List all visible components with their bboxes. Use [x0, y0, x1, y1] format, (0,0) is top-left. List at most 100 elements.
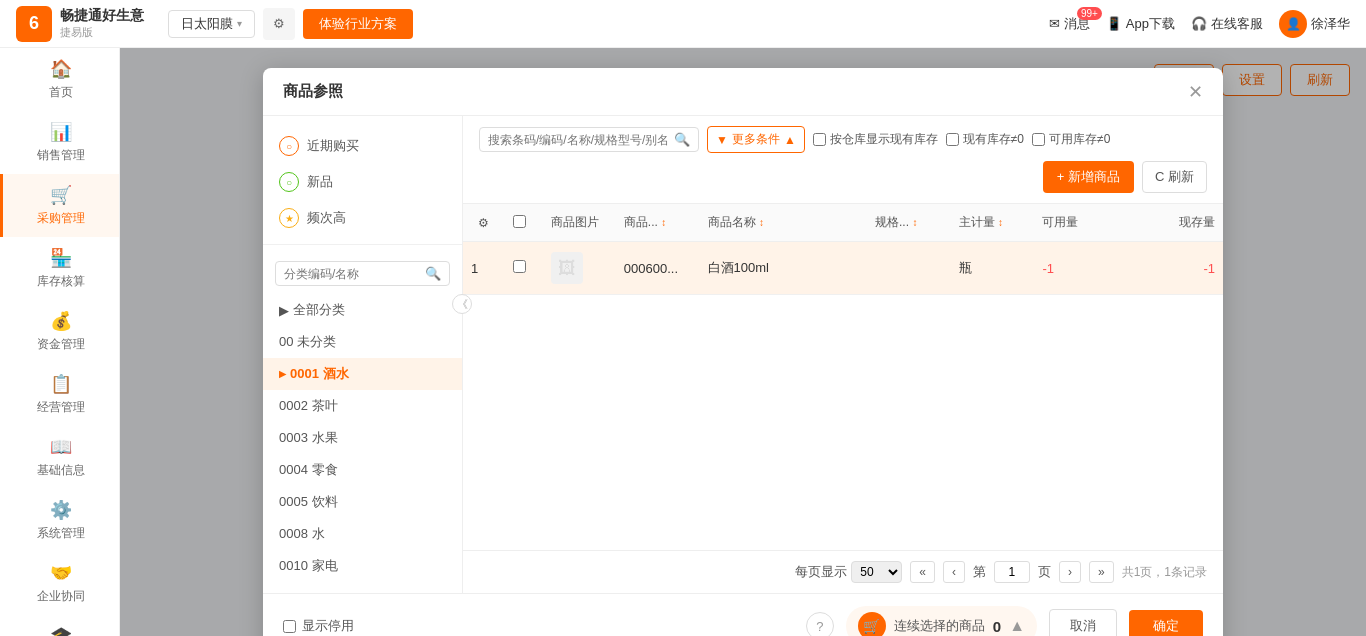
- stock-icon: 🏪: [50, 247, 72, 269]
- checkbox-current-stock-label: 现有库存≠0: [963, 131, 1024, 148]
- brand-sub: 捷易版: [60, 25, 144, 40]
- recent-label: 近期购买: [307, 137, 359, 155]
- trial-button[interactable]: 体验行业方案: [303, 9, 413, 39]
- category-00[interactable]: 00 未分类: [263, 326, 462, 358]
- category-all[interactable]: ▶ 全部分类: [263, 294, 462, 326]
- category-0004[interactable]: 0004 零食: [263, 454, 462, 486]
- help-icon: ?: [816, 619, 823, 634]
- row-checkbox-cell[interactable]: [505, 242, 543, 295]
- table-pagination: 每页显示 50 20 100 « ‹ 第 页 ›: [463, 550, 1223, 593]
- last-page-btn[interactable]: »: [1089, 561, 1114, 583]
- category-0002[interactable]: 0002 茶叶: [263, 390, 462, 422]
- message-badge: 99+: [1077, 7, 1102, 20]
- col-spec-sort-icon: ↕: [912, 217, 917, 228]
- category-search[interactable]: 🔍: [275, 261, 450, 286]
- modal-header: 商品参照 ✕: [263, 68, 1223, 116]
- sidebar-label-base: 基础信息: [37, 462, 85, 479]
- checkbox-available-stock-input[interactable]: [1032, 133, 1045, 146]
- per-page-select[interactable]: 每页显示 50 20 100: [795, 561, 902, 583]
- user-avatar-item[interactable]: 👤 徐泽华: [1279, 10, 1350, 38]
- col-spec[interactable]: 规格... ↕: [867, 204, 951, 242]
- sidebar-item-home[interactable]: 🏠 首页: [0, 48, 119, 111]
- sidebar-item-guide[interactable]: 🎓 新手引导: [0, 615, 119, 636]
- show-disabled-label[interactable]: 显示停用: [283, 617, 354, 635]
- sidebar-item-sales[interactable]: 📊 销售管理: [0, 111, 119, 174]
- per-page-dropdown[interactable]: 50 20 100: [851, 561, 902, 583]
- sidebar-item-purchase[interactable]: 🛒 采购管理: [0, 174, 119, 237]
- product-name: 白酒100ml: [708, 260, 769, 275]
- next-page-btn[interactable]: ›: [1059, 561, 1081, 583]
- first-page-btn[interactable]: «: [910, 561, 935, 583]
- category-0008[interactable]: 0008 水: [263, 518, 462, 550]
- frequent-item[interactable]: ★ 频次高: [263, 200, 462, 236]
- confirm-button[interactable]: 确定: [1129, 610, 1203, 636]
- col-unit[interactable]: 主计量 ↕: [951, 204, 1035, 242]
- message-nav-item[interactable]: ✉ 消息 99+: [1049, 15, 1090, 33]
- sidebar-item-ops[interactable]: 📋 经营管理: [0, 363, 119, 426]
- page-number-input[interactable]: [994, 561, 1030, 583]
- category-00-label: 00 未分类: [279, 333, 336, 351]
- product-thumbnail: 🖼: [551, 252, 583, 284]
- product-search-wrap[interactable]: 🔍: [479, 127, 699, 152]
- product-search-input[interactable]: [488, 133, 670, 147]
- category-0003[interactable]: 0003 水果: [263, 422, 462, 454]
- filter-icon: ▼: [716, 133, 728, 147]
- select-all-checkbox[interactable]: [513, 215, 526, 228]
- app-download-label: App下载: [1126, 15, 1175, 33]
- recent-purchase-item[interactable]: ○ 近期购买: [263, 128, 462, 164]
- sidebar-item-finance[interactable]: 💰 资金管理: [0, 300, 119, 363]
- bottom-actions: ? 🛒 连续选择的商品 0 ▲ 取消 确定: [806, 606, 1203, 636]
- category-0001[interactable]: ▶ 0001 酒水: [263, 358, 462, 390]
- product-table-wrap: ⚙ 商品图片 商品... ↕: [463, 204, 1223, 550]
- store-chevron-icon: ▾: [237, 18, 242, 29]
- row-index: 1: [463, 242, 505, 295]
- sidebar: 🏠 首页 📊 销售管理 🛒 采购管理 🏪 库存核算 💰 资金管理 📋 经营管理 …: [0, 48, 120, 636]
- col-code[interactable]: 商品... ↕: [616, 204, 700, 242]
- table-header-row: ⚙ 商品图片 商品... ↕: [463, 204, 1223, 242]
- refresh-button[interactable]: C 刷新: [1142, 161, 1207, 193]
- store-selector[interactable]: 日太阳膜 ▾: [168, 10, 255, 38]
- show-disabled-checkbox[interactable]: [283, 620, 296, 633]
- col-name[interactable]: 商品名称 ↕: [700, 204, 867, 242]
- category-0005[interactable]: 0005 饮料: [263, 486, 462, 518]
- sidebar-item-collab[interactable]: 🤝 企业协同: [0, 552, 119, 615]
- category-0004-label: 0004 零食: [279, 461, 338, 479]
- modal-close-button[interactable]: ✕: [1188, 83, 1203, 101]
- filter-label: 更多条件: [732, 131, 780, 148]
- app-download-item[interactable]: 📱 App下载: [1106, 15, 1175, 33]
- checkbox-current-stock-input[interactable]: [946, 133, 959, 146]
- sidebar-label-ops: 经营管理: [37, 399, 85, 416]
- col-spec-label: 规格...: [875, 215, 909, 229]
- category-0001-label: 0001 酒水: [290, 365, 349, 383]
- checkbox-available-stock[interactable]: 可用库存≠0: [1032, 131, 1110, 148]
- checkbox-warehouse-stock-input[interactable]: [813, 133, 826, 146]
- col-name-sort-icon: ↕: [759, 217, 764, 228]
- modal-title: 商品参照: [283, 82, 343, 101]
- purchase-icon: 🛒: [50, 184, 72, 206]
- settings-icon[interactable]: ⚙: [263, 8, 295, 40]
- left-panel-collapse-btn[interactable]: 《: [452, 294, 472, 314]
- username: 徐泽华: [1311, 15, 1350, 33]
- category-search-input[interactable]: [284, 267, 421, 281]
- sidebar-item-base[interactable]: 📖 基础信息: [0, 426, 119, 489]
- product-available: -1: [1042, 261, 1054, 276]
- product-stock: -1: [1203, 261, 1215, 276]
- checkbox-current-stock[interactable]: 现有库存≠0: [946, 131, 1024, 148]
- prev-page-btn[interactable]: ‹: [943, 561, 965, 583]
- guide-icon: 🎓: [50, 625, 72, 636]
- active-triangle-icon: ▶: [279, 369, 286, 379]
- col-unit-sort-icon: ↕: [998, 217, 1003, 228]
- cart-collapse-icon[interactable]: ▲: [1009, 617, 1025, 635]
- help-button[interactable]: ?: [806, 612, 834, 636]
- category-0010[interactable]: 0010 家电: [263, 550, 462, 581]
- filter-more-button[interactable]: ▼ 更多条件 ▲: [707, 126, 805, 153]
- table-row[interactable]: 1 🖼: [463, 242, 1223, 295]
- cancel-button[interactable]: 取消: [1049, 609, 1117, 636]
- sidebar-item-system[interactable]: ⚙️ 系统管理: [0, 489, 119, 552]
- add-product-button[interactable]: + 新增商品: [1043, 161, 1134, 193]
- row-select-checkbox[interactable]: [513, 260, 526, 273]
- sidebar-item-stock[interactable]: 🏪 库存核算: [0, 237, 119, 300]
- checkbox-warehouse-stock[interactable]: 按仓库显示现有库存: [813, 131, 938, 148]
- service-item[interactable]: 🎧 在线客服: [1191, 15, 1263, 33]
- new-product-item[interactable]: ○ 新品: [263, 164, 462, 200]
